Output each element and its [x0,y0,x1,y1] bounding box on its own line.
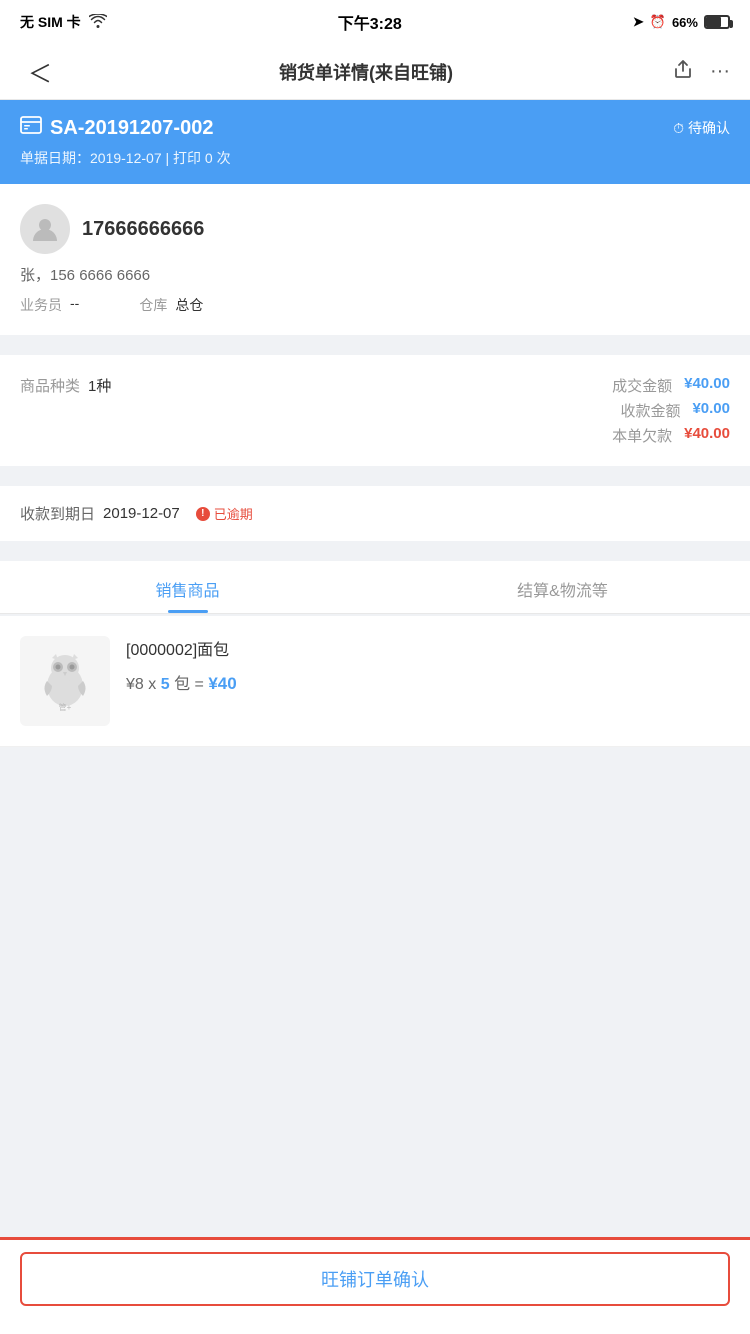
nav-actions: ··· [672,58,730,86]
owned-amount-value: ¥40.00 [684,425,730,446]
bottom-bar: 旺铺订单确认 [0,1237,750,1334]
quantity: 5 [161,676,170,693]
product-thumbnail: 管+ [20,636,110,726]
tabs-container: 销售商品 结算&物流等 [0,561,750,614]
more-icon[interactable]: ··· [710,60,730,83]
overdue-dot-icon: ! [196,507,210,521]
status-bar-right: ➤ ⏰ 66% [633,14,730,30]
battery-label: 66% [672,15,698,30]
owned-amount-row: 本单欠款 ¥40.00 [612,425,730,446]
wifi-icon [89,14,107,31]
equals-symbol: = [195,676,209,693]
product-info: [0000002]面包 ¥8 x 5 包 = ¥40 [126,636,730,726]
received-amount-value: ¥0.00 [692,400,730,421]
summary-right: 成交金额 ¥40.00 收款金额 ¥0.00 本单欠款 ¥40.00 [612,375,730,446]
svg-text:管+: 管+ [59,702,72,712]
order-id: SA-20191207-002 [20,116,213,140]
received-amount-row: 收款金额 ¥0.00 [620,400,730,421]
customer-card: 17666666666 张，156 6666 6666 业务员 -- 仓库 总仓 [0,184,750,335]
warehouse-item: 仓库 总仓 [139,295,203,315]
customer-phone: 17666666666 [82,218,204,241]
divider-2 [0,476,750,486]
back-button[interactable]: ＜ [20,46,60,97]
status-bar-left: 无 SIM 卡 [20,12,107,32]
alarm-icon: ⏰ [650,14,666,30]
transaction-amount-label: 成交金额 [612,375,672,396]
unit-price: ¥8 [126,676,144,693]
battery-icon [704,15,730,29]
order-icon [20,116,42,140]
nav-bar: ＜ 销货单详情(来自旺铺) ··· [0,44,750,100]
salesperson-item: 业务员 -- [20,295,79,315]
received-amount-label: 收款金额 [620,400,680,421]
due-date-row: 收款到期日 2019-12-07 ! 已逾期 [0,486,750,541]
transaction-amount-value: ¥40.00 [684,375,730,396]
divider-3 [0,551,750,561]
warehouse-label: 仓库 [139,295,167,315]
product-types-value: 1种 [88,375,111,396]
product-image: 管+ [30,646,100,716]
customer-name: 张，156 6666 6666 [20,264,730,285]
due-date-value: 2019-12-07 [103,505,180,522]
product-types-label: 商品种类 [20,375,80,396]
overdue-label: 已逾期 [214,504,253,523]
divider-1 [0,345,750,355]
status-bar: 无 SIM 卡 下午3:28 ➤ ⏰ 66% [0,0,750,44]
warehouse-value: 总仓 [175,295,203,315]
customer-top: 17666666666 [20,204,730,254]
product-item: 管+ [0000002]面包 ¥8 x 5 包 = ¥40 [0,616,750,747]
unit: 包 [174,676,190,693]
product-name: [0000002]面包 [126,636,730,660]
order-status: ⏱ 待确认 [673,118,730,138]
order-header: SA-20191207-002 ⏱ 待确认 单据日期：2019-12-07 | … [0,100,750,184]
customer-meta: 业务员 -- 仓库 总仓 [20,295,730,315]
bottom-spacer [0,747,750,947]
transaction-amount-row: 成交金额 ¥40.00 [612,375,730,396]
total-price: ¥40 [208,674,236,693]
salesperson-label: 业务员 [20,295,62,315]
salesperson-value: -- [70,295,79,315]
tab-sales-products[interactable]: 销售商品 [0,561,375,613]
summary-row: 商品种类 1种 成交金额 ¥40.00 收款金额 ¥0.00 本单欠款 ¥40.… [20,375,730,446]
order-meta: 单据日期：2019-12-07 | 打印 0 次 [20,148,730,168]
page-title: 销货单详情(来自旺铺) [60,59,672,85]
carrier-label: 无 SIM 卡 [20,12,81,32]
order-id-row: SA-20191207-002 ⏱ 待确认 [20,116,730,140]
location-icon: ➤ [633,14,644,30]
summary-card: 商品种类 1种 成交金额 ¥40.00 收款金额 ¥0.00 本单欠款 ¥40.… [0,355,750,466]
product-price-row: ¥8 x 5 包 = ¥40 [126,670,730,694]
multiply-symbol: x [148,676,160,693]
confirm-order-button[interactable]: 旺铺订单确认 [20,1252,730,1306]
status-bar-time: 下午3:28 [338,10,402,34]
avatar [20,204,70,254]
product-list: 管+ [0000002]面包 ¥8 x 5 包 = ¥40 [0,616,750,747]
product-types-item: 商品种类 1种 [20,375,111,396]
share-icon[interactable] [672,58,694,86]
owned-amount-label: 本单欠款 [612,425,672,446]
summary-left: 商品种类 1种 [20,375,111,396]
overdue-badge: ! 已逾期 [188,502,261,525]
due-date-label: 收款到期日 [20,503,95,524]
clock-icon: ⏱ [673,120,684,137]
tab-settlement-logistics[interactable]: 结算&物流等 [375,561,750,613]
